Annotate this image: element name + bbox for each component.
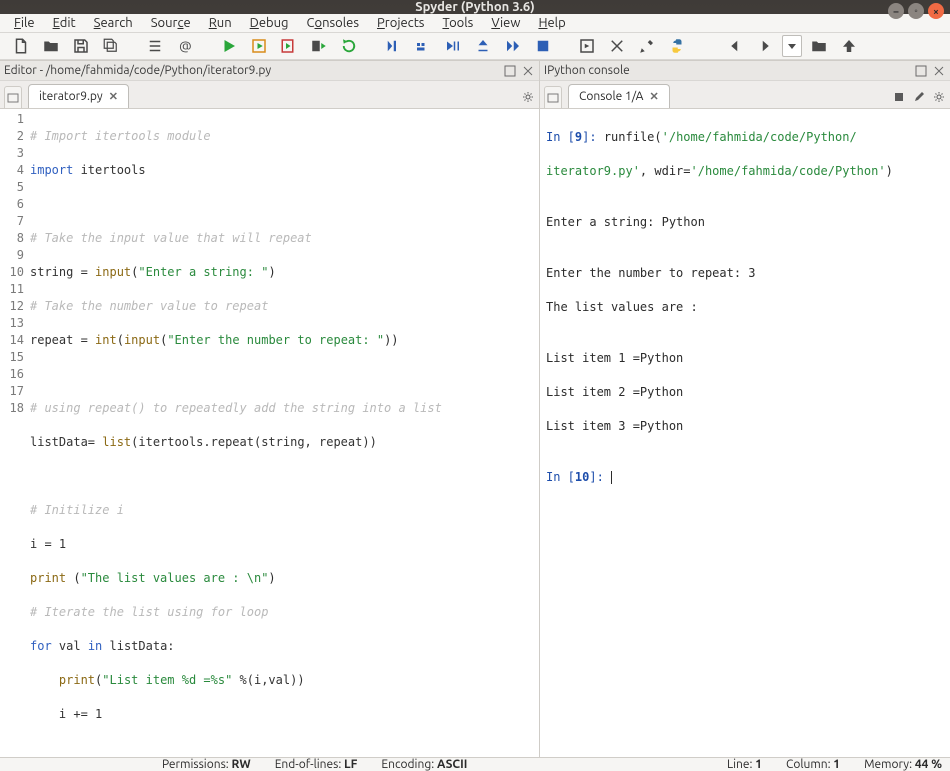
working-dir-combo[interactable] (782, 35, 802, 57)
debug-step-over-icon[interactable] (410, 33, 436, 59)
console-close-icon[interactable] (932, 64, 946, 78)
status-encoding: Encoding: ASCII (381, 758, 467, 771)
console-tab-label: Console 1/A (579, 90, 643, 103)
window-title: Spyder (Python 3.6) (415, 0, 534, 14)
code-editor[interactable]: 123456789101112131415161718 # Import ite… (0, 109, 539, 757)
console-cursor (611, 471, 612, 484)
title-bar: Spyder (Python 3.6) – ◦ × (0, 0, 950, 14)
close-button[interactable]: × (928, 3, 944, 19)
debug-continue-icon[interactable] (500, 33, 526, 59)
menu-bar: File Edit Search Source Run Debug Consol… (0, 14, 950, 33)
console-tab-browse-icon[interactable] (544, 86, 562, 108)
editor-tab-close-icon[interactable]: ✕ (109, 90, 118, 103)
forward-icon[interactable] (752, 33, 778, 59)
pane-close-icon[interactable] (521, 64, 535, 78)
menu-run[interactable]: Run (201, 14, 240, 32)
open-file-icon[interactable] (38, 33, 64, 59)
run-icon[interactable] (216, 33, 242, 59)
python-path-icon[interactable] (664, 33, 690, 59)
tab-browse-icon[interactable] (4, 86, 22, 108)
run-cell-advance-icon[interactable] (276, 33, 302, 59)
fullscreen-icon[interactable] (604, 33, 630, 59)
toolbar: @ (0, 33, 950, 60)
menu-consoles[interactable]: Consoles (299, 14, 367, 32)
editor-tab[interactable]: iterator9.py ✕ (28, 84, 129, 108)
new-file-icon[interactable] (8, 33, 34, 59)
debug-step-into-icon[interactable] (380, 33, 406, 59)
menu-view[interactable]: View (483, 14, 528, 32)
console-tab-close-icon[interactable]: ✕ (649, 90, 658, 103)
menu-search[interactable]: Search (86, 14, 141, 32)
status-eol: End-of-lines: LF (275, 758, 358, 771)
at-icon[interactable]: @ (172, 33, 198, 59)
console-pane: IPython console Console 1/A ✕ In [9]: ru… (540, 61, 950, 757)
back-icon[interactable] (722, 33, 748, 59)
menu-tools[interactable]: Tools (434, 14, 481, 32)
status-bar: Permissions: RW End-of-lines: LF Encodin… (0, 757, 950, 771)
line-number-gutter: 123456789101112131415161718 (0, 109, 28, 757)
run-selection-icon[interactable] (306, 33, 332, 59)
editor-options-icon[interactable] (521, 90, 535, 104)
menu-file[interactable]: File (6, 14, 43, 32)
console-undock-icon[interactable] (914, 64, 928, 78)
maximize-pane-icon[interactable] (574, 33, 600, 59)
debug-stop-icon[interactable] (530, 33, 556, 59)
outline-icon[interactable] (142, 33, 168, 59)
status-permissions: Permissions: RW (162, 758, 251, 771)
ipython-console[interactable]: In [9]: runfile('/home/fahmida/code/Pyth… (540, 109, 950, 757)
editor-tab-label: iterator9.py (39, 90, 103, 103)
restart-kernel-icon[interactable] (336, 33, 362, 59)
status-column: Column: 1 (786, 758, 840, 771)
status-memory: Memory: 44 % (864, 758, 942, 771)
pane-undock-icon[interactable] (503, 64, 517, 78)
code-content[interactable]: # Import itertools module import itertoo… (28, 109, 539, 757)
console-tab[interactable]: Console 1/A ✕ (568, 84, 670, 108)
parent-dir-icon[interactable] (836, 33, 862, 59)
browse-dir-icon[interactable] (806, 33, 832, 59)
console-edit-icon[interactable] (912, 90, 926, 104)
editor-pane: Editor - /home/fahmida/code/Python/itera… (0, 61, 540, 757)
editor-pane-title: Editor - /home/fahmida/code/Python/itera… (4, 64, 271, 77)
save-icon[interactable] (68, 33, 94, 59)
svg-text:@: @ (179, 38, 192, 54)
run-cell-icon[interactable] (246, 33, 272, 59)
console-pane-title: IPython console (544, 64, 630, 77)
console-options-icon[interactable] (932, 90, 946, 104)
status-line: Line: 1 (727, 758, 762, 771)
menu-edit[interactable]: Edit (45, 14, 84, 32)
maximize-button[interactable]: ◦ (908, 3, 924, 19)
debug-step-icon[interactable] (440, 33, 466, 59)
console-interrupt-icon[interactable] (892, 90, 906, 104)
menu-help[interactable]: Help (530, 14, 573, 32)
save-all-icon[interactable] (98, 33, 124, 59)
menu-projects[interactable]: Projects (369, 14, 432, 32)
debug-step-out-icon[interactable] (470, 33, 496, 59)
minimize-button[interactable]: – (888, 3, 904, 19)
menu-source[interactable]: Source (143, 14, 199, 32)
preferences-icon[interactable] (634, 33, 660, 59)
menu-debug[interactable]: Debug (242, 14, 297, 32)
